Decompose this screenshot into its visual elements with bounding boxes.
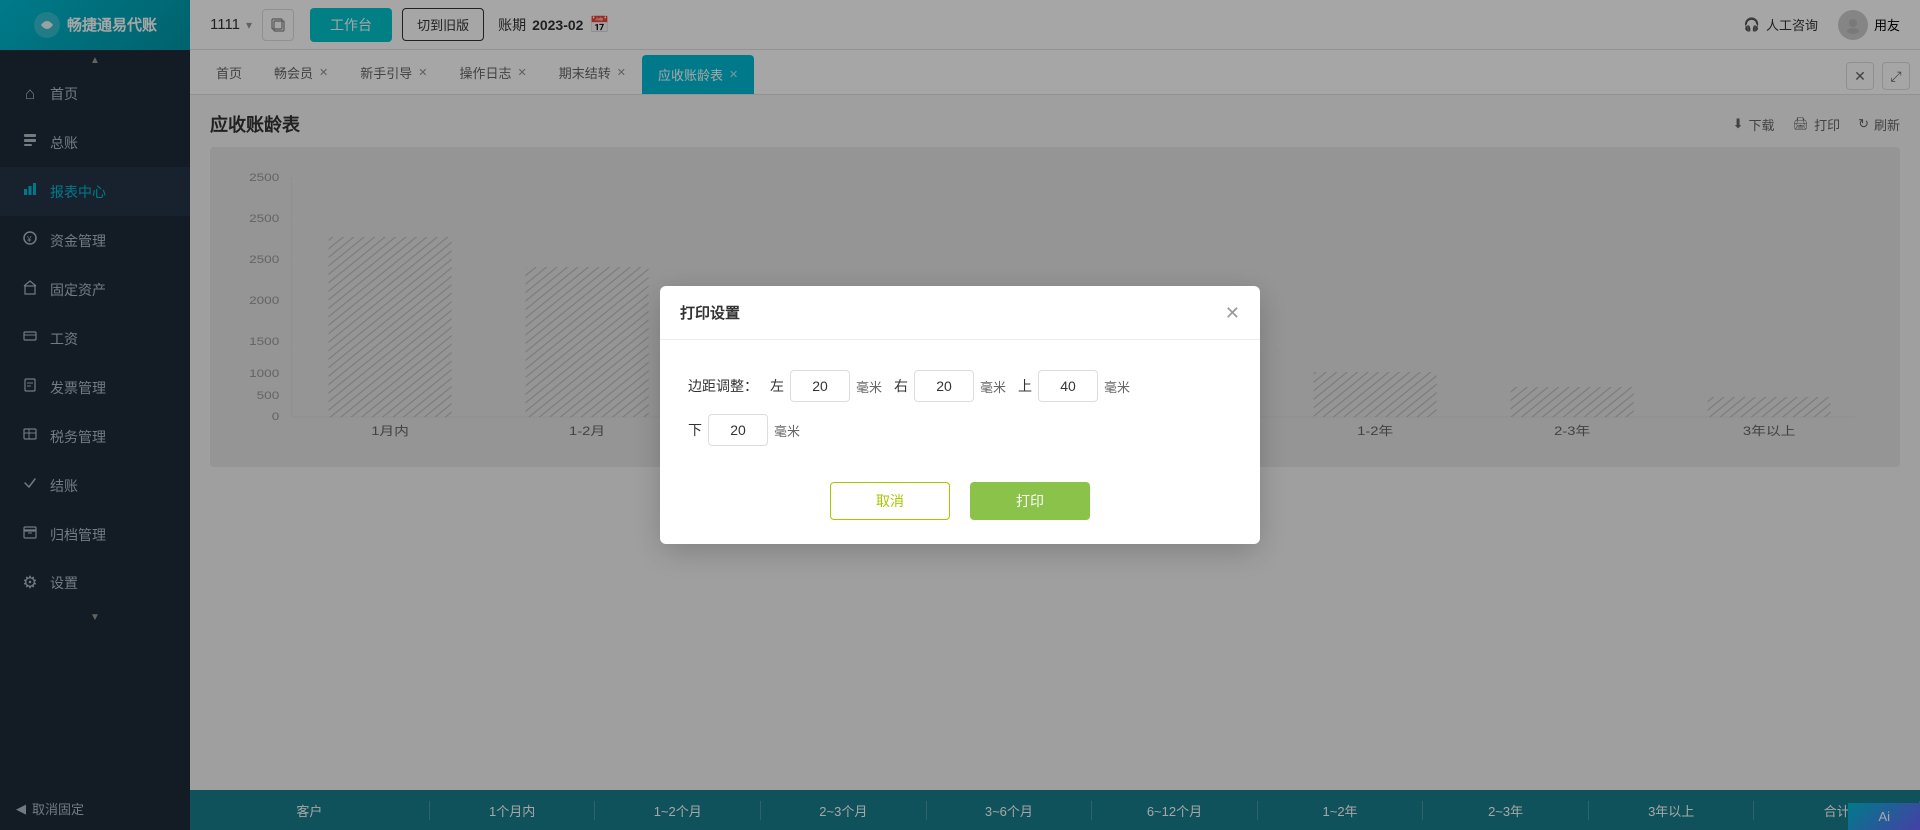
bottom-unit: 毫米 [774,421,800,440]
top-label: 上 [1018,376,1032,396]
bottom-label: 下 [688,420,702,440]
left-label: 左 [770,376,784,396]
left-margin-input[interactable] [790,370,850,402]
modal-footer: 取消 打印 [660,466,1260,544]
margin-group-left: 左 毫米 [770,370,882,402]
right-unit: 毫米 [980,377,1006,396]
modal-overlay: 打印设置 ✕ 边距调整： 左 毫米 右 毫米 上 毫米 [0,0,1920,830]
top-unit: 毫米 [1104,377,1130,396]
margin-group-top: 上 毫米 [1018,370,1130,402]
confirm-print-button[interactable]: 打印 [970,482,1090,520]
left-unit: 毫米 [856,377,882,396]
right-margin-input[interactable] [914,370,974,402]
print-settings-dialog: 打印设置 ✕ 边距调整： 左 毫米 右 毫米 上 毫米 [660,286,1260,544]
margin-group-bottom: 下 毫米 [688,414,800,446]
modal-title: 打印设置 [680,302,740,323]
modal-body: 边距调整： 左 毫米 右 毫米 上 毫米 下 [660,340,1260,466]
cancel-button[interactable]: 取消 [830,482,950,520]
modal-header: 打印设置 ✕ [660,286,1260,340]
right-label: 右 [894,376,908,396]
modal-close-button[interactable]: ✕ [1225,304,1240,322]
margin-adjustment-label: 边距调整： [688,376,758,396]
margin-group-right: 右 毫米 [894,370,1006,402]
top-margin-input[interactable] [1038,370,1098,402]
bottom-margin-input[interactable] [708,414,768,446]
margin-row: 边距调整： 左 毫米 右 毫米 上 毫米 下 [688,370,1232,446]
